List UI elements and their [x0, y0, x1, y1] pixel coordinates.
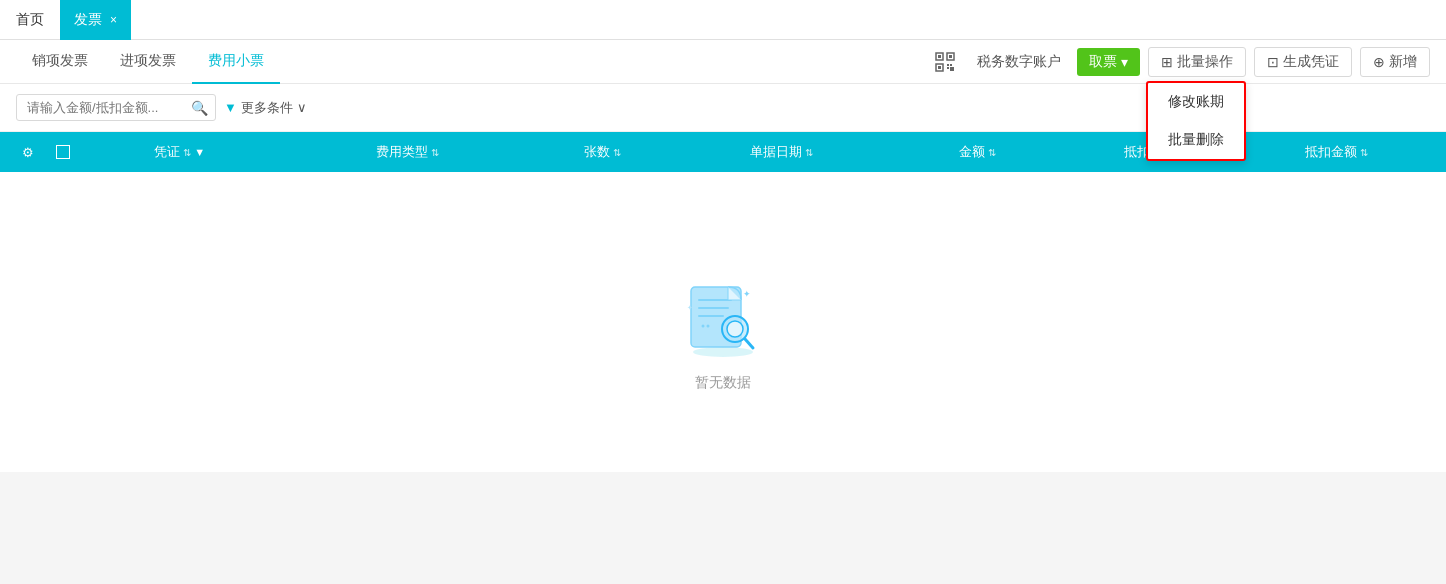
svg-rect-7: [950, 64, 952, 66]
batch-delete-item[interactable]: 批量删除: [1148, 121, 1244, 159]
sort-voucher-icon: ⇅: [183, 147, 191, 158]
th-check[interactable]: [48, 145, 78, 159]
th-deduct-amount[interactable]: 抵扣金额 ⇅: [1235, 143, 1438, 161]
tax-account-label: 税务数字账户: [977, 53, 1061, 69]
th-expense-type[interactable]: 费用类型 ⇅: [281, 143, 532, 161]
search-input[interactable]: [16, 94, 216, 121]
gen-voucher-label: 生成凭证: [1283, 53, 1339, 71]
take-ticket-button[interactable]: 取票 ▾: [1077, 48, 1140, 76]
invoice-tab-close[interactable]: ×: [110, 13, 117, 27]
add-icon: ⊕: [1373, 54, 1385, 70]
gear-icon: ⚙: [22, 145, 34, 160]
filter-icon: ▼: [224, 100, 237, 115]
take-ticket-arrow: ▾: [1121, 54, 1128, 70]
th-gear[interactable]: ⚙: [8, 145, 48, 160]
home-label: 首页: [16, 11, 44, 29]
sort-count-icon: ⇅: [613, 147, 621, 158]
batch-op-icon: ⊞: [1161, 54, 1173, 70]
add-button[interactable]: ⊕ 新增: [1360, 47, 1430, 77]
header-checkbox[interactable]: [56, 145, 70, 159]
sub-nav: 销项发票 进项发票 费用小票 税务数字账户: [0, 40, 1446, 84]
qr-icon: [935, 52, 955, 72]
sort-date-icon: ⇅: [805, 147, 813, 158]
tax-account-button[interactable]: 税务数字账户: [969, 53, 1069, 71]
modify-period-item[interactable]: 修改账期: [1148, 83, 1244, 121]
invoice-tab[interactable]: 发票 ×: [60, 0, 131, 40]
svg-rect-1: [938, 55, 941, 58]
qr-button[interactable]: [929, 46, 961, 78]
gen-voucher-button[interactable]: ⊡ 生成凭证: [1254, 47, 1352, 77]
svg-rect-3: [949, 55, 952, 58]
modify-period-label: 修改账期: [1168, 93, 1224, 109]
svg-text:✦: ✦: [687, 304, 693, 311]
svg-rect-6: [947, 64, 949, 66]
search-icon[interactable]: 🔍: [191, 100, 208, 116]
svg-rect-9: [950, 67, 954, 71]
svg-rect-5: [938, 66, 941, 69]
empty-illustration: ✦ ✦: [673, 272, 773, 362]
svg-point-16: [727, 321, 743, 337]
add-label: 新增: [1389, 53, 1417, 71]
take-ticket-label: 取票: [1089, 53, 1117, 71]
top-nav: 首页 发票 ×: [0, 0, 1446, 40]
svg-text:✦: ✦: [743, 289, 751, 299]
tab-purchase[interactable]: 进项发票: [104, 40, 192, 84]
search-wrap: 🔍: [16, 94, 216, 121]
svg-point-10: [693, 347, 753, 357]
batch-op-container: ⊞ 批量操作 修改账期 批量删除: [1148, 47, 1246, 77]
th-count[interactable]: 张数 ⇅: [533, 143, 673, 161]
th-amount[interactable]: 金额 ⇅: [892, 143, 1064, 161]
batch-op-button[interactable]: ⊞ 批量操作: [1148, 47, 1246, 77]
sub-nav-tabs: 销项发票 进项发票 费用小票: [16, 40, 280, 84]
invoice-tab-label: 发票: [74, 11, 102, 29]
empty-state: ✦ ✦ 暂无数据: [673, 212, 773, 432]
sub-nav-actions: 税务数字账户 取票 ▾ ⊞ 批量操作 修改账期 批量删除 ⊡: [929, 46, 1430, 78]
sort-amount-icon: ⇅: [988, 147, 996, 158]
more-condition-arrow: ∨: [297, 100, 307, 115]
batch-op-label: 批量操作: [1177, 53, 1233, 71]
th-voucher[interactable]: 凭证 ⇅ ▼: [78, 143, 281, 161]
th-date[interactable]: 单据日期 ⇅: [672, 143, 891, 161]
gen-voucher-icon: ⊡: [1267, 54, 1279, 70]
svg-point-18: [702, 325, 705, 328]
tab-sales[interactable]: 销项发票: [16, 40, 104, 84]
empty-text: 暂无数据: [695, 374, 751, 392]
table-body: ✦ ✦ 暂无数据: [0, 172, 1446, 472]
more-condition-button[interactable]: ▼ 更多条件 ∨: [224, 99, 307, 117]
batch-delete-label: 批量删除: [1168, 131, 1224, 147]
tab-expense[interactable]: 费用小票: [192, 40, 280, 84]
home-tab[interactable]: 首页: [0, 0, 60, 40]
svg-rect-8: [947, 67, 949, 69]
svg-point-19: [707, 325, 710, 328]
svg-line-17: [745, 339, 753, 348]
voucher-filter-icon: ▼: [194, 146, 205, 158]
sort-deduct-amount-icon: ⇅: [1360, 147, 1368, 158]
batch-op-dropdown: 修改账期 批量删除: [1146, 81, 1246, 161]
more-condition-label: 更多条件: [241, 99, 293, 117]
sort-expense-icon: ⇅: [431, 147, 439, 158]
